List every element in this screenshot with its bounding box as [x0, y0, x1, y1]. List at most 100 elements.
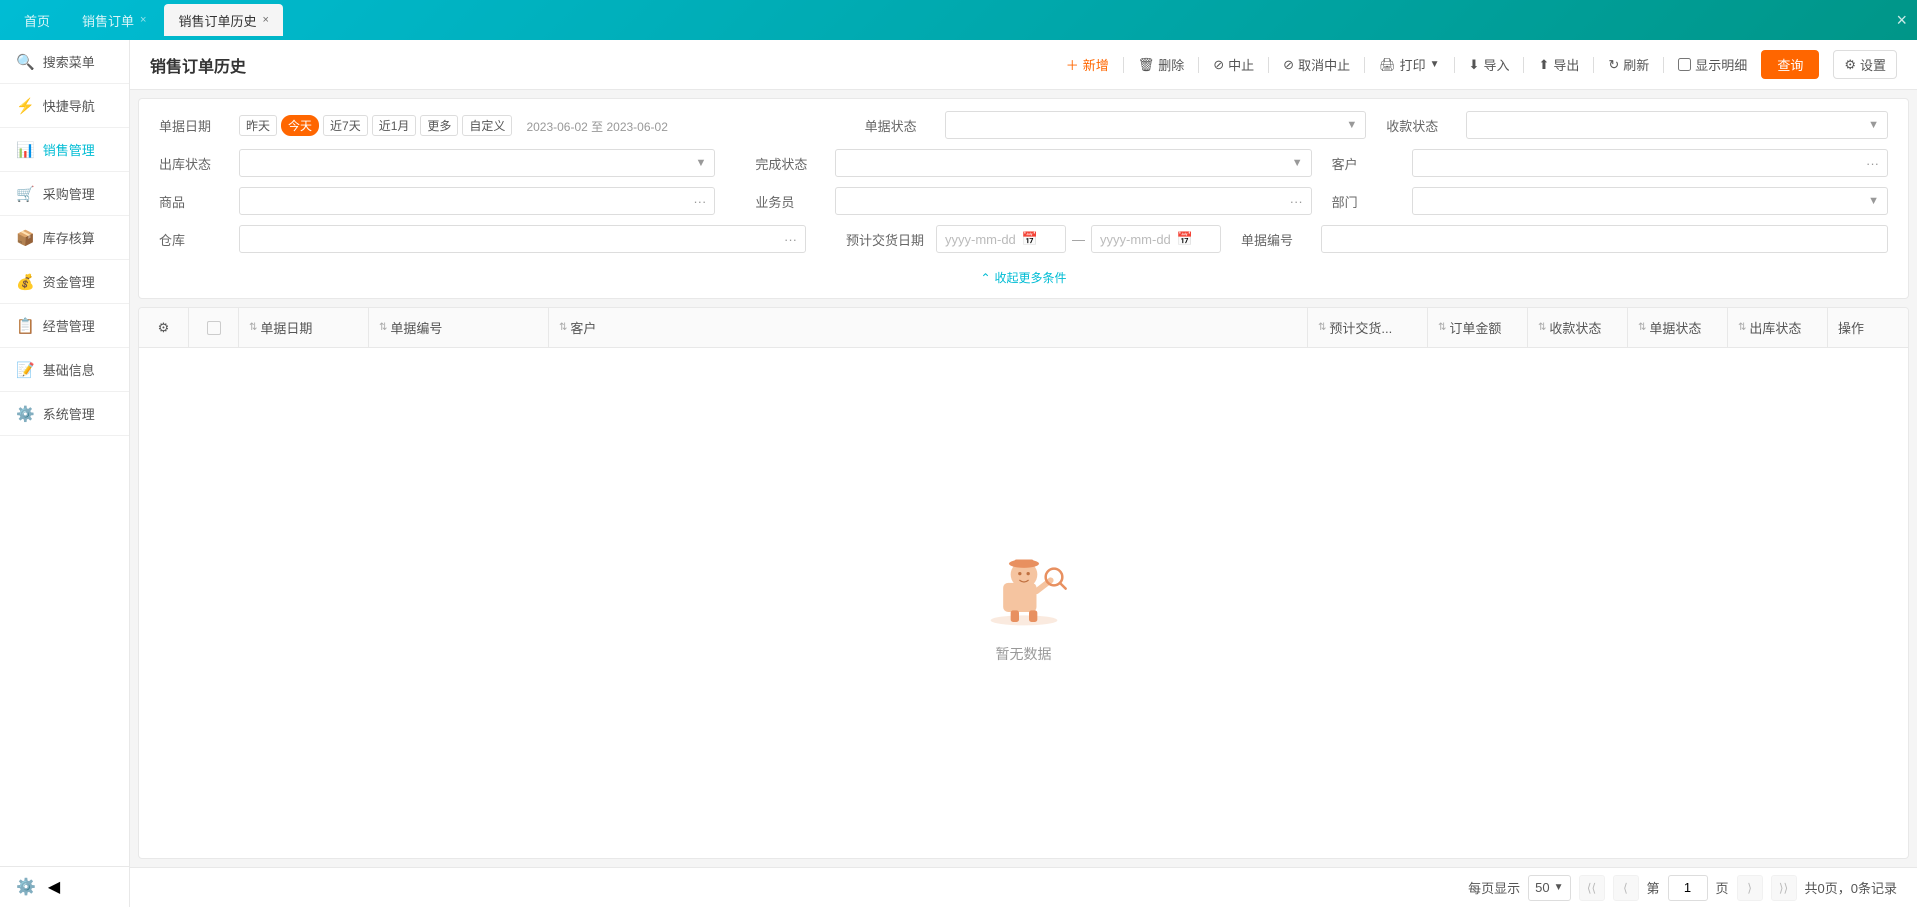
filter-row-1: 单据日期 昨天 今天 近7天 近1月 更多 自定义 2023-06-02 至 2…: [159, 111, 1888, 139]
th-bill-status[interactable]: ⇅ 单据状态: [1628, 308, 1728, 347]
bill-date-label: 单据日期: [159, 116, 239, 135]
sidebar-item-search-menu[interactable]: 🔍 搜索菜单: [0, 40, 129, 84]
sidebar-item-operation[interactable]: 📋 经营管理: [0, 304, 129, 348]
date-btn-today[interactable]: 今天: [281, 115, 319, 136]
date-btn-more[interactable]: 更多: [420, 115, 458, 136]
import-button[interactable]: ⬇ 导入: [1469, 55, 1510, 74]
expected-date-to[interactable]: yyyy-mm-dd 📅: [1091, 225, 1221, 253]
sidebar-item-sys-mgmt[interactable]: ⚙️ 系统管理: [0, 392, 129, 436]
show-detail-toggle[interactable]: 显示明细: [1678, 55, 1747, 74]
delete-label: 删除: [1158, 55, 1184, 74]
bill-status-select[interactable]: ▼: [945, 111, 1367, 139]
sidebar-settings-icon[interactable]: ⚙️: [16, 877, 36, 897]
show-detail-checkbox[interactable]: [1678, 58, 1691, 71]
sidebar-collapse-icon[interactable]: ◀: [48, 877, 60, 897]
delete-button[interactable]: 🗑 删除: [1138, 55, 1185, 74]
product-input[interactable]: ···: [239, 187, 715, 215]
expected-date-from-placeholder: yyyy-mm-dd: [945, 232, 1016, 247]
first-page-button[interactable]: ⟨⟨: [1579, 875, 1605, 901]
divider1: [1123, 57, 1124, 73]
sort-icon-bill: ⇅: [1638, 322, 1646, 333]
new-button[interactable]: ＋ 新增: [1066, 55, 1109, 74]
empty-text: 暂无数据: [996, 644, 1052, 664]
sidebar-item-inventory-label: 库存核算: [43, 228, 95, 247]
th-bill-date[interactable]: ⇅ 单据日期: [239, 308, 369, 347]
stop-icon: ⊘: [1213, 57, 1224, 73]
complete-status-select[interactable]: ▼: [835, 149, 1311, 177]
calendar-to-icon: 📅: [1177, 231, 1193, 247]
th-customer[interactable]: ⇅ 客户: [549, 308, 1308, 347]
per-page-value: 50: [1535, 880, 1549, 895]
filter-area: 单据日期 昨天 今天 近7天 近1月 更多 自定义 2023-06-02 至 2…: [138, 98, 1909, 299]
pagination: 每页显示 50 ▼ ⟨⟨ ⟨ 第 页 ⟩ ⟩⟩ 共0页，0条记录: [130, 867, 1917, 907]
filter-row-3: 商品 ··· 业务员 ··· 部门 ▼: [159, 187, 1888, 215]
sidebar-bottom: ⚙️ ◀: [0, 866, 129, 907]
th-amount[interactable]: ⇅ 订单金额: [1428, 308, 1528, 347]
customer-input[interactable]: ···: [1412, 149, 1888, 177]
th-out-status[interactable]: ⇅ 出库状态: [1728, 308, 1828, 347]
expected-date-from[interactable]: yyyy-mm-dd 📅: [936, 225, 1066, 253]
tab-sales-order[interactable]: 销售订单 ×: [68, 4, 160, 36]
th-settings[interactable]: ⚙: [139, 308, 189, 347]
finance-icon: 💰: [16, 273, 35, 291]
sidebar-item-inventory[interactable]: 📦 库存核算: [0, 216, 129, 260]
tab-home[interactable]: 首页: [10, 4, 64, 36]
table-body: 暂无数据: [139, 348, 1908, 858]
per-page-select[interactable]: 50 ▼: [1528, 875, 1570, 901]
export-button[interactable]: ⬆ 导出: [1538, 55, 1579, 74]
complete-status-label: 完成状态: [755, 154, 835, 173]
tab-sales-order-history[interactable]: 销售订单历史 ×: [164, 4, 282, 36]
sort-icon-num: ⇅: [379, 322, 387, 333]
refresh-button[interactable]: ↻ 刷新: [1608, 55, 1649, 74]
th-pay-status[interactable]: ⇅ 收款状态: [1528, 308, 1628, 347]
th-checkbox[interactable]: [189, 308, 239, 347]
salesperson-input[interactable]: ···: [835, 187, 1311, 215]
tab-sales-order-history-close[interactable]: ×: [262, 14, 268, 26]
settings-icon: ⚙: [1844, 57, 1856, 73]
next-page-button[interactable]: ⟩: [1737, 875, 1763, 901]
th-action-label: 操作: [1838, 318, 1864, 337]
sidebar-item-finance[interactable]: 💰 资金管理: [0, 260, 129, 304]
out-status-select[interactable]: ▼: [239, 149, 715, 177]
select-all-checkbox[interactable]: [207, 321, 221, 335]
date-btn-1month[interactable]: 近1月: [372, 115, 417, 136]
window-close-icon[interactable]: ×: [1896, 10, 1907, 31]
tab-sales-order-close[interactable]: ×: [140, 14, 146, 26]
th-customer-label: 客户: [570, 318, 596, 337]
cancel-stop-button[interactable]: ⊘ 取消中止: [1283, 55, 1350, 74]
last-page-button[interactable]: ⟩⟩: [1771, 875, 1797, 901]
stop-button[interactable]: ⊘ 中止: [1213, 55, 1254, 74]
th-delivery[interactable]: ⇅ 预计交货...: [1308, 308, 1428, 347]
settings-gear-icon[interactable]: ⚙: [158, 320, 170, 336]
th-bill-date-label: 单据日期: [260, 318, 312, 337]
sidebar-item-sales-mgmt[interactable]: 📊 销售管理: [0, 128, 129, 172]
dept-select[interactable]: ▼: [1412, 187, 1888, 215]
dept-chevron-icon: ▼: [1868, 195, 1879, 207]
query-button[interactable]: 查询: [1761, 50, 1819, 79]
prev-page-button[interactable]: ⟨: [1613, 875, 1639, 901]
page-number-input[interactable]: [1668, 875, 1708, 901]
bill-number-input[interactable]: [1321, 225, 1888, 253]
sales-mgmt-icon: 📊: [16, 141, 35, 159]
print-button[interactable]: 🖨 打印 ▼: [1379, 55, 1439, 74]
divider6: [1523, 57, 1524, 73]
payment-status-select[interactable]: ▼: [1466, 111, 1888, 139]
settings-button[interactable]: ⚙ 设置: [1833, 50, 1897, 79]
sidebar-item-quick-nav[interactable]: ⚡ 快捷导航: [0, 84, 129, 128]
sort-icon-pay: ⇅: [1538, 322, 1546, 333]
bill-number-label: 单据编号: [1241, 230, 1321, 249]
sidebar-item-basic-info[interactable]: 📝 基础信息: [0, 348, 129, 392]
date-btn-custom[interactable]: 自定义: [462, 115, 512, 136]
date-dash: —: [1066, 232, 1091, 247]
collapse-bar[interactable]: ⌃ 收起更多条件: [159, 263, 1888, 286]
content-area: 销售订单历史 ＋ 新增 🗑 删除 ⊘ 中止 ⊘: [130, 40, 1917, 907]
divider2: [1198, 57, 1199, 73]
warehouse-input[interactable]: ···: [239, 225, 806, 253]
sidebar-item-purchase-mgmt[interactable]: 🛒 采购管理: [0, 172, 129, 216]
date-btn-yesterday[interactable]: 昨天: [239, 115, 277, 136]
sidebar-item-operation-label: 经营管理: [43, 316, 95, 335]
date-btn-7days[interactable]: 近7天: [323, 115, 368, 136]
payment-status-label: 收款状态: [1386, 116, 1466, 135]
inventory-icon: 📦: [16, 229, 35, 247]
th-bill-number[interactable]: ⇅ 单据编号: [369, 308, 549, 347]
